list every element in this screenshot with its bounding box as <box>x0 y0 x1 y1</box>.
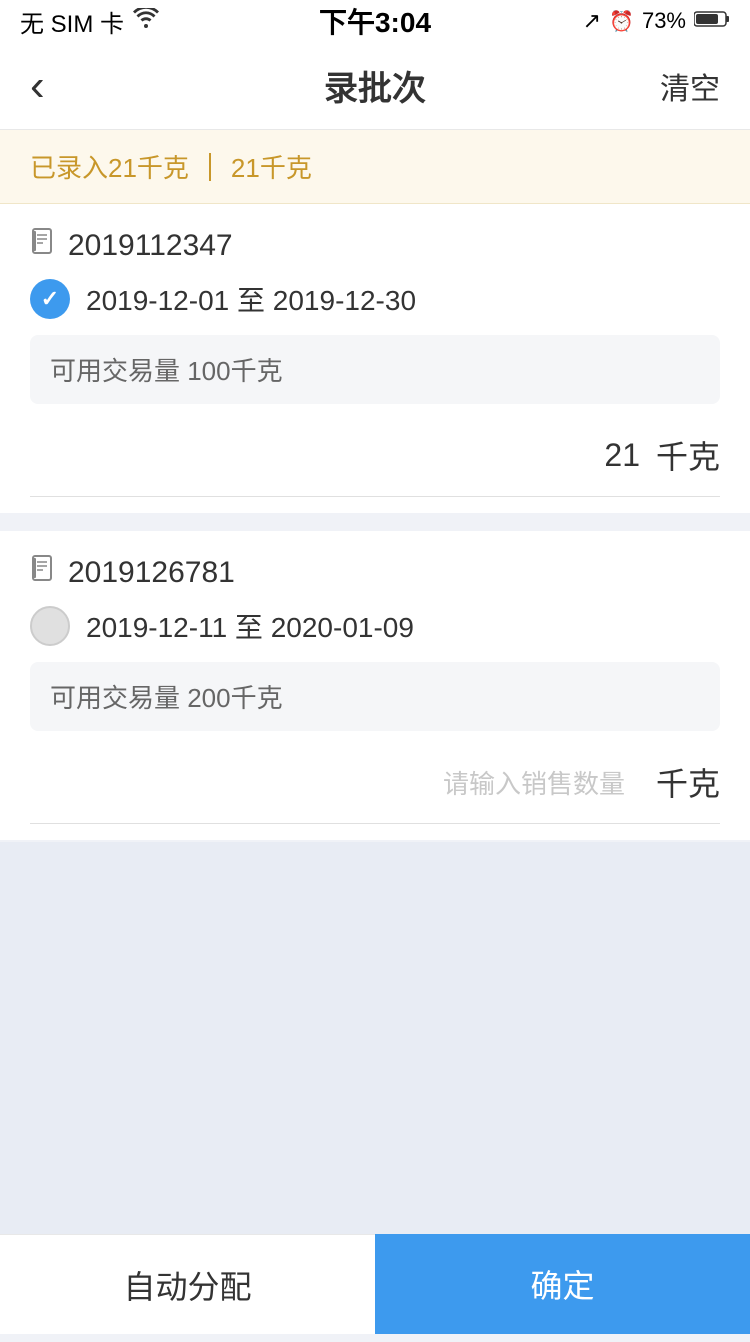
status-bar-right: ↗ ⏰ 73% <box>583 8 730 34</box>
nav-bar: ‹ 录批次 清空 <box>0 42 750 130</box>
clear-button[interactable]: 清空 <box>660 64 720 108</box>
batch-2-quantity-input[interactable] <box>440 764 640 801</box>
batch-2-input-wrapper: 千克 <box>0 741 750 840</box>
content-area: 2019112347 ✓ 2019-12-01 至 2019-12-30 可用交… <box>0 204 750 1342</box>
batch-card-1: 2019112347 ✓ 2019-12-01 至 2019-12-30 可用交… <box>0 204 750 513</box>
batch-1-id: 2019112347 <box>68 229 233 263</box>
battery-icon <box>694 8 730 34</box>
batch-1-header: 2019112347 <box>0 204 750 273</box>
sim-text: 无 SIM 卡 <box>20 4 124 39</box>
batch-2-radio[interactable] <box>30 606 70 646</box>
batch-1-quantity: 21 <box>604 437 640 474</box>
wifi-icon <box>132 8 160 34</box>
batch-2-icon <box>30 555 58 590</box>
alarm-icon: ⏰ <box>609 9 634 34</box>
batch-1-availability: 可用交易量 100千克 <box>30 335 720 404</box>
bottom-bar: 自动分配 确定 <box>0 1234 750 1334</box>
batch-1-date-row[interactable]: ✓ 2019-12-01 至 2019-12-30 <box>0 273 750 329</box>
batch-1-icon <box>30 228 58 263</box>
section-separator <box>0 515 750 531</box>
confirm-button[interactable]: 确定 <box>375 1234 750 1334</box>
batch-2-date: 2019-12-11 至 2020-01-09 <box>86 606 414 646</box>
status-bar: 无 SIM 卡 下午3:04 ↗ ⏰ 73% <box>0 0 750 42</box>
batch-2-header: 2019126781 <box>0 531 750 600</box>
battery-percent: 73% <box>642 8 686 34</box>
batch-1-input-wrapper: 21 千克 <box>0 414 750 513</box>
batch-2-input-row: 千克 <box>0 741 750 823</box>
empty-area <box>0 842 750 1242</box>
batch-1-date: 2019-12-01 至 2019-12-30 <box>86 279 416 319</box>
total-amount: 21千克 <box>231 148 312 185</box>
back-button[interactable]: ‹ <box>30 61 90 111</box>
page-title: 录批次 <box>324 61 426 110</box>
recorded-amount: 已录入21千克 <box>30 148 189 185</box>
batch-1-unit: 千克 <box>656 432 720 478</box>
batch-2-date-row[interactable]: 2019-12-11 至 2020-01-09 <box>0 600 750 656</box>
batch-1-divider <box>30 496 720 497</box>
page-wrapper: 无 SIM 卡 下午3:04 ↗ ⏰ 73% ‹ 录批次 清空 <box>0 0 750 1342</box>
batch-1-input-row: 21 千克 <box>0 414 750 496</box>
batch-2-id: 2019126781 <box>68 556 235 590</box>
banner-divider <box>209 153 211 181</box>
batch-2-unit: 千克 <box>656 759 720 805</box>
batch-1-radio[interactable]: ✓ <box>30 279 70 319</box>
info-banner: 已录入21千克 21千克 <box>0 130 750 204</box>
auto-distribute-button[interactable]: 自动分配 <box>0 1234 375 1334</box>
batch-card-2: 2019126781 2019-12-11 至 2020-01-09 可用交易量… <box>0 531 750 840</box>
batch-2-divider <box>30 823 720 824</box>
batch-1-checkmark: ✓ <box>41 286 59 312</box>
location-icon: ↗ <box>583 8 601 34</box>
batch-2-availability: 可用交易量 200千克 <box>30 662 720 731</box>
status-bar-left: 无 SIM 卡 <box>20 4 160 39</box>
status-bar-time: 下午3:04 <box>319 1 431 41</box>
